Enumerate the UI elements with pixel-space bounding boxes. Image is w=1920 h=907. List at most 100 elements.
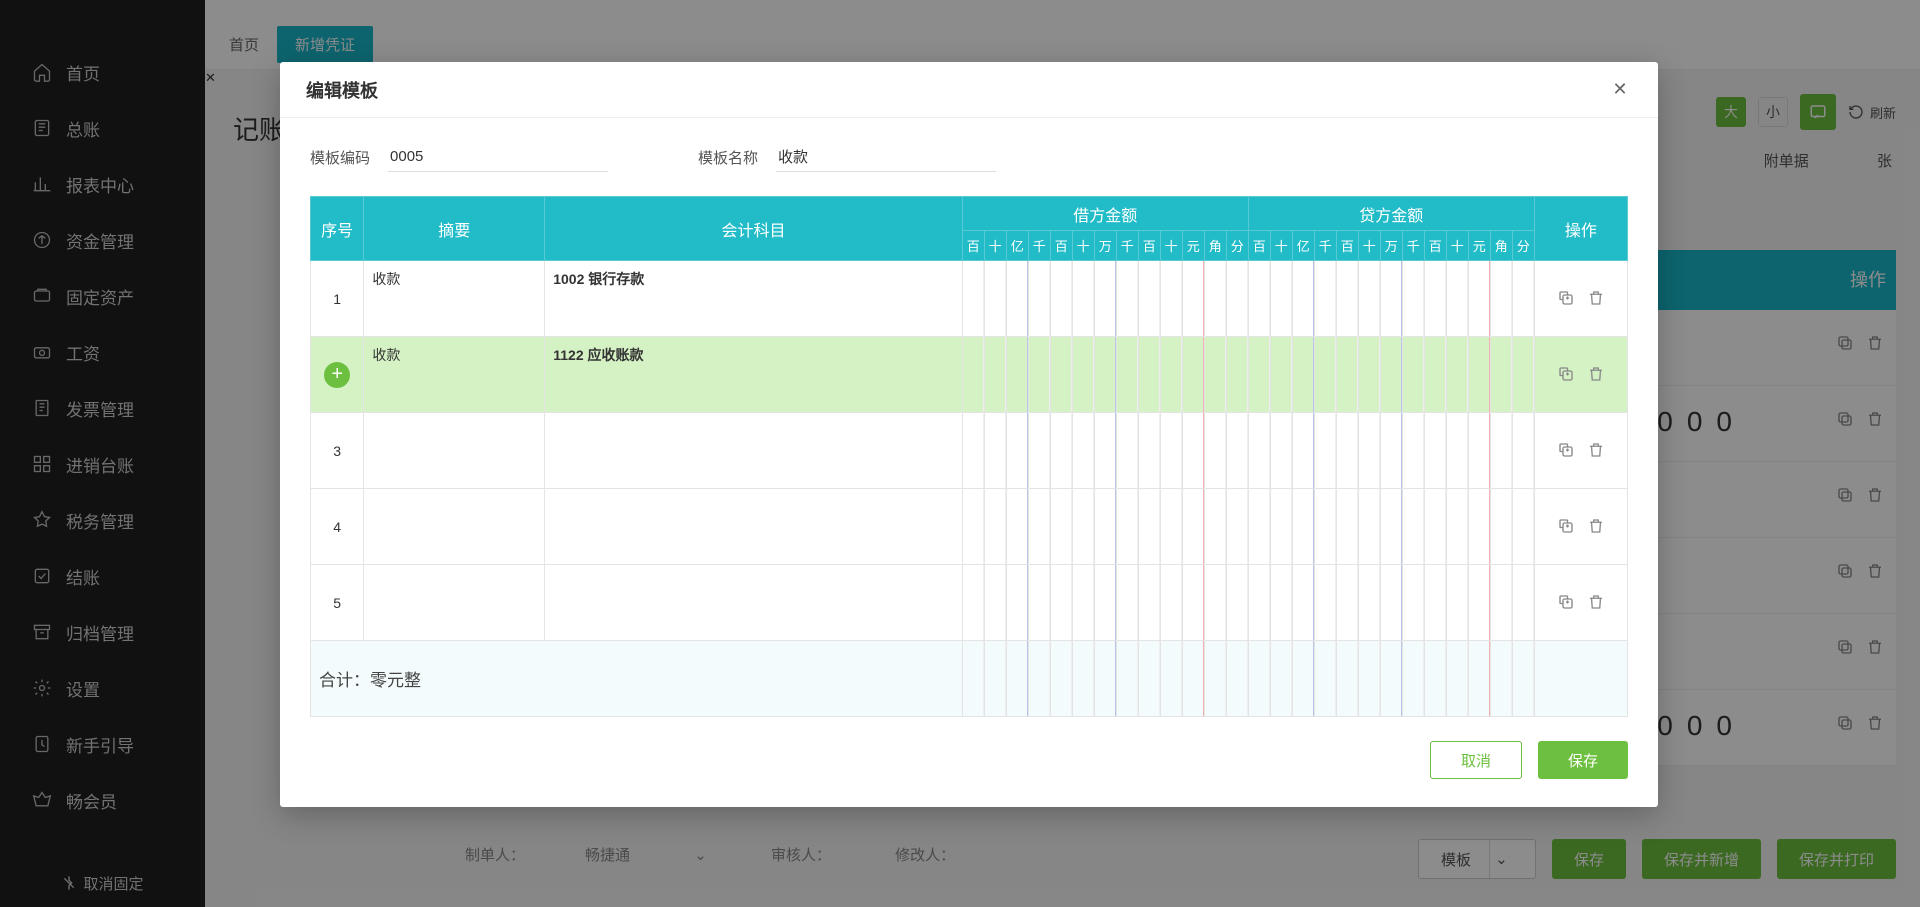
digit-cell[interactable] [1446, 641, 1468, 717]
digit-cell[interactable] [1402, 261, 1424, 337]
digit-cell[interactable] [1490, 489, 1512, 565]
delete-row-button[interactable] [1585, 287, 1607, 309]
digit-cell[interactable] [1402, 489, 1424, 565]
digit-cell[interactable] [1182, 261, 1204, 337]
digit-cell[interactable] [1248, 489, 1270, 565]
row-subject[interactable]: 1002 银行存款 [545, 261, 963, 337]
digit-cell[interactable] [984, 413, 1006, 489]
digit-cell[interactable] [1512, 565, 1534, 641]
digit-cell[interactable] [1314, 413, 1336, 489]
template-row[interactable]: 1收款1002 银行存款 [311, 261, 1628, 337]
digit-cell[interactable] [1094, 261, 1116, 337]
digit-cell[interactable] [1424, 489, 1446, 565]
digit-cell[interactable] [1182, 489, 1204, 565]
template-row[interactable]: 5 [311, 565, 1628, 641]
digit-cell[interactable] [1028, 261, 1050, 337]
digit-cell[interactable] [1072, 565, 1094, 641]
digit-cell[interactable] [1292, 413, 1314, 489]
digit-cell[interactable] [1336, 489, 1358, 565]
digit-cell[interactable] [1050, 261, 1072, 337]
digit-cell[interactable] [1446, 337, 1468, 413]
digit-cell[interactable] [1292, 641, 1314, 717]
digit-cell[interactable] [1028, 413, 1050, 489]
digit-cell[interactable] [1468, 565, 1490, 641]
add-row-button[interactable]: + [324, 362, 350, 388]
digit-cell[interactable] [1468, 261, 1490, 337]
digit-cell[interactable] [1358, 489, 1380, 565]
digit-cell[interactable] [1204, 413, 1226, 489]
digit-cell[interactable] [962, 565, 984, 641]
digit-cell[interactable] [1292, 261, 1314, 337]
digit-cell[interactable] [1072, 413, 1094, 489]
digit-cell[interactable] [1050, 641, 1072, 717]
digit-cell[interactable] [1380, 565, 1402, 641]
digit-cell[interactable] [1050, 489, 1072, 565]
template-name-input[interactable] [776, 142, 996, 172]
digit-cell[interactable] [1028, 641, 1050, 717]
template-row[interactable]: 4 [311, 489, 1628, 565]
digit-cell[interactable] [1182, 413, 1204, 489]
digit-cell[interactable] [1424, 261, 1446, 337]
digit-cell[interactable] [962, 641, 984, 717]
digit-cell[interactable] [1402, 337, 1424, 413]
digit-cell[interactable] [1072, 641, 1094, 717]
digit-cell[interactable] [984, 489, 1006, 565]
digit-cell[interactable] [1072, 337, 1094, 413]
digit-cell[interactable] [1248, 413, 1270, 489]
digit-cell[interactable] [1182, 337, 1204, 413]
copy-row-button[interactable] [1555, 439, 1577, 461]
delete-row-button[interactable] [1585, 363, 1607, 385]
digit-cell[interactable] [1314, 337, 1336, 413]
modal-save-button[interactable]: 保存 [1538, 741, 1628, 779]
digit-cell[interactable] [984, 261, 1006, 337]
digit-cell[interactable] [1006, 261, 1028, 337]
digit-cell[interactable] [1270, 337, 1292, 413]
digit-cell[interactable] [1226, 641, 1248, 717]
digit-cell[interactable] [1270, 565, 1292, 641]
digit-cell[interactable] [1094, 489, 1116, 565]
digit-cell[interactable] [1138, 641, 1160, 717]
row-subject[interactable] [545, 413, 963, 489]
digit-cell[interactable] [1006, 413, 1028, 489]
row-subject[interactable] [545, 489, 963, 565]
digit-cell[interactable] [1402, 413, 1424, 489]
digit-cell[interactable] [1358, 565, 1380, 641]
digit-cell[interactable] [1028, 489, 1050, 565]
digit-cell[interactable] [1204, 565, 1226, 641]
digit-cell[interactable] [1248, 337, 1270, 413]
digit-cell[interactable] [962, 337, 984, 413]
template-row[interactable]: 3 [311, 413, 1628, 489]
digit-cell[interactable] [1512, 489, 1534, 565]
digit-cell[interactable] [1094, 565, 1116, 641]
digit-cell[interactable] [1314, 261, 1336, 337]
digit-cell[interactable] [1116, 641, 1138, 717]
digit-cell[interactable] [1160, 337, 1182, 413]
digit-cell[interactable] [1314, 565, 1336, 641]
digit-cell[interactable] [1050, 337, 1072, 413]
digit-cell[interactable] [1270, 489, 1292, 565]
digit-cell[interactable] [1138, 565, 1160, 641]
digit-cell[interactable] [1182, 641, 1204, 717]
digit-cell[interactable] [1138, 261, 1160, 337]
digit-cell[interactable] [1270, 413, 1292, 489]
digit-cell[interactable] [1380, 261, 1402, 337]
digit-cell[interactable] [1226, 565, 1248, 641]
digit-cell[interactable] [1358, 337, 1380, 413]
digit-cell[interactable] [1204, 489, 1226, 565]
digit-cell[interactable] [1226, 337, 1248, 413]
digit-cell[interactable] [1248, 565, 1270, 641]
digit-cell[interactable] [1336, 413, 1358, 489]
digit-cell[interactable] [1094, 337, 1116, 413]
digit-cell[interactable] [1424, 565, 1446, 641]
digit-cell[interactable] [1512, 337, 1534, 413]
digit-cell[interactable] [1512, 261, 1534, 337]
digit-cell[interactable] [1204, 337, 1226, 413]
digit-cell[interactable] [1512, 641, 1534, 717]
digit-cell[interactable] [1094, 641, 1116, 717]
digit-cell[interactable] [1424, 337, 1446, 413]
digit-cell[interactable] [1160, 489, 1182, 565]
delete-row-button[interactable] [1585, 515, 1607, 537]
digit-cell[interactable] [1006, 337, 1028, 413]
digit-cell[interactable] [1006, 489, 1028, 565]
digit-cell[interactable] [1204, 641, 1226, 717]
